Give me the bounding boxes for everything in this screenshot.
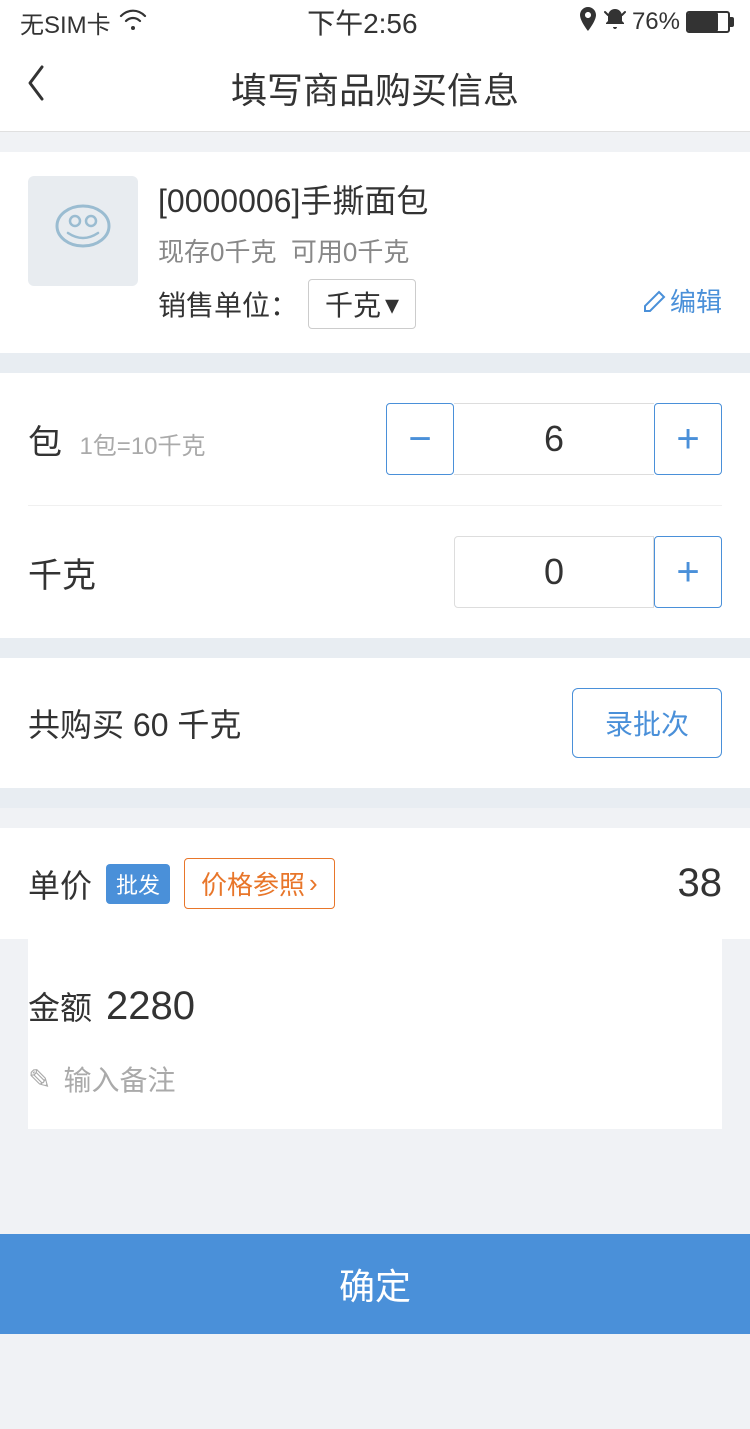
product-stock: 现存0千克 可用0千克 — [158, 232, 722, 269]
battery-text: 76% — [632, 8, 680, 36]
product-thumbnail — [28, 176, 138, 286]
chevron-down-icon: ▾ — [385, 288, 399, 321]
product-unit-row: 销售单位： 千克 ▾ — [158, 279, 722, 329]
amount-value: 2280 — [106, 984, 195, 1029]
confirm-bar[interactable]: 确定 — [0, 1234, 750, 1334]
status-time: 下午2:56 — [307, 2, 418, 42]
kg-quantity-input[interactable] — [454, 536, 654, 608]
summary-text: 共购买 60 千克 — [28, 700, 241, 746]
pack-quantity-control: − + — [386, 403, 722, 475]
kg-quantity-control: + — [454, 536, 722, 608]
status-left: 无SIM卡 — [20, 5, 147, 40]
status-right: 76% — [578, 7, 730, 38]
pack-input-row: 包 1包=10千克 − + — [28, 373, 722, 506]
pack-quantity-input[interactable] — [454, 403, 654, 475]
chevron-right-icon: › — [309, 868, 318, 899]
pack-increment-button[interactable]: + — [654, 403, 722, 475]
amount-label: 金额 — [28, 983, 92, 1029]
edit-button[interactable]: 编辑 — [644, 282, 722, 319]
pack-label: 包 1包=10千克 — [28, 415, 386, 464]
note-row[interactable]: ✎ 输入备注 — [28, 1049, 722, 1129]
product-info: [0000006]手撕面包 现存0千克 可用0千克 销售单位： 千克 ▾ — [158, 176, 722, 329]
kg-input-row: 千克 + — [28, 506, 722, 638]
location-icon — [578, 7, 598, 38]
carrier-text: 无SIM卡 — [20, 5, 111, 40]
price-value: 38 — [678, 861, 723, 906]
nav-bar: 填写商品购买信息 — [0, 44, 750, 132]
wifi-icon — [119, 8, 147, 37]
section-divider-2 — [0, 638, 750, 658]
price-section: 单价 批发 价格参照 › 38 — [0, 828, 750, 939]
quantity-section: 包 1包=10千克 − + 千克 + — [0, 373, 750, 638]
battery-icon — [686, 11, 730, 33]
product-name: [0000006]手撕面包 — [158, 176, 722, 222]
amount-row: 金额 2280 — [28, 963, 722, 1049]
section-divider-3 — [0, 788, 750, 808]
price-badge: 批发 — [106, 864, 170, 904]
pack-decrement-button[interactable]: − — [386, 403, 454, 475]
product-logo-icon — [53, 201, 113, 261]
product-card: [0000006]手撕面包 现存0千克 可用0千克 销售单位： 千克 ▾ — [0, 152, 750, 353]
kg-label: 千克 — [28, 548, 454, 597]
unit-select[interactable]: 千克 ▾ — [308, 279, 416, 329]
record-batch-button[interactable]: 录批次 — [572, 688, 722, 758]
confirm-button-label: 确定 — [339, 1258, 411, 1310]
page-title: 填写商品购买信息 — [231, 62, 519, 114]
section-divider-1 — [0, 353, 750, 373]
summary-section: 共购买 60 千克 录批次 — [0, 658, 750, 788]
alarm-icon — [604, 7, 626, 38]
status-bar: 无SIM卡 下午2:56 76% — [0, 0, 750, 44]
kg-increment-button[interactable]: + — [654, 536, 722, 608]
note-icon: ✎ — [28, 1063, 51, 1096]
note-placeholder[interactable]: 输入备注 — [63, 1059, 175, 1099]
price-reference-button[interactable]: 价格参照 › — [184, 858, 335, 909]
price-label: 单价 — [28, 861, 92, 907]
back-button[interactable] — [24, 63, 48, 112]
